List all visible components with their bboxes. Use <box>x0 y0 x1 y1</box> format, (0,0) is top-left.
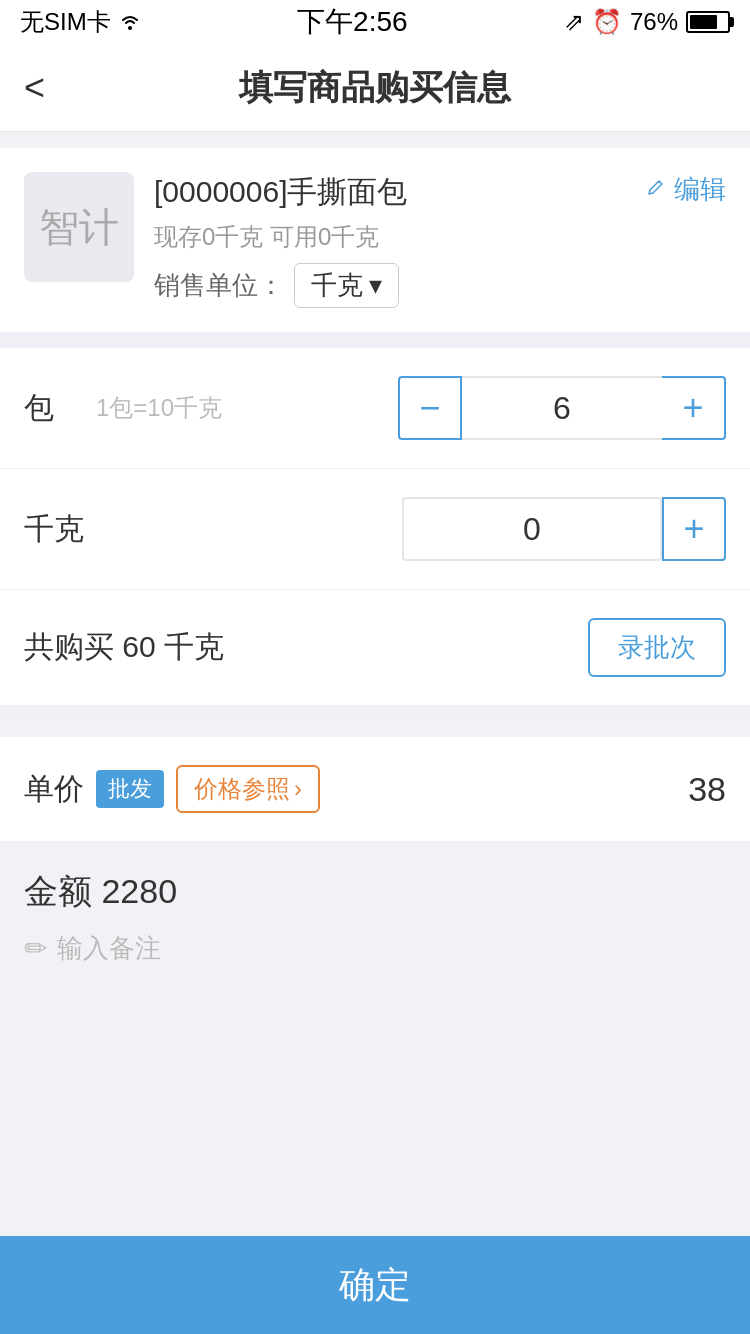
location-icon: ⇗ <box>564 8 584 36</box>
quantity-row-kg: 千克 + <box>0 469 750 590</box>
back-button[interactable]: < <box>24 67 45 109</box>
product-info: [0000006]手撕面包 编辑 现存0千克 可用0千克 销售单位： 千克 ▾ <box>154 172 726 308</box>
qty-minus-bao[interactable]: − <box>398 376 462 440</box>
qty-label-kg: 千克 <box>24 509 84 550</box>
confirm-button[interactable]: 确定 <box>0 1236 750 1334</box>
qty-input-bao[interactable] <box>462 376 662 440</box>
nav-bar: < 填写商品购买信息 <box>0 44 750 132</box>
page-title: 填写商品购买信息 <box>239 65 511 111</box>
divider-2 <box>0 705 750 721</box>
status-bar: 无SIM卡 下午2:56 ⇗ ⏰ 76% <box>0 0 750 44</box>
status-right: ⇗ ⏰ 76% <box>564 8 730 36</box>
qty-label-bao: 包 <box>24 388 84 429</box>
carrier-text: 无SIM卡 <box>20 6 111 38</box>
amount-label: 金额 <box>24 872 92 910</box>
price-tag: 批发 <box>96 770 164 808</box>
amount-section: 金额 2280 ✏ 输入备注 <box>0 841 750 986</box>
product-logo: 智计 <box>39 200 119 255</box>
price-ref-arrow: › <box>294 775 302 803</box>
qty-plus-bao[interactable]: + <box>662 376 726 440</box>
product-image: 智计 <box>24 172 134 282</box>
qty-plus-kg[interactable]: + <box>662 497 726 561</box>
note-row[interactable]: ✏ 输入备注 <box>24 931 726 966</box>
price-left: 单价 批发 价格参照 › <box>24 765 320 813</box>
edit-button[interactable]: 编辑 <box>646 172 726 207</box>
price-value: 38 <box>688 770 726 809</box>
pencil-icon: ✏ <box>24 932 47 965</box>
wifi-icon <box>119 8 141 36</box>
unit-label: 销售单位： <box>154 268 284 303</box>
product-stock: 现存0千克 可用0千克 <box>154 221 726 253</box>
quantity-row-bao: 包 1包=10千克 − + <box>0 348 750 469</box>
amount-value: 2280 <box>101 872 177 910</box>
note-placeholder: 输入备注 <box>57 931 161 966</box>
unit-select[interactable]: 千克 ▾ <box>294 263 399 308</box>
edit-label: 编辑 <box>674 172 726 207</box>
divider-1 <box>0 332 750 348</box>
time-display: 下午2:56 <box>297 3 408 41</box>
qty-controls-kg: + <box>402 497 726 561</box>
status-left: 无SIM卡 <box>20 6 141 38</box>
price-ref-button[interactable]: 价格参照 › <box>176 765 320 813</box>
svg-point-0 <box>128 26 132 30</box>
qty-controls-bao: − + <box>398 376 726 440</box>
price-section: 单价 批发 价格参照 › 38 <box>0 737 750 841</box>
dropdown-icon: ▾ <box>369 270 382 301</box>
battery-text: 76% <box>630 8 678 36</box>
quantity-section: 包 1包=10千克 − + 千克 + <box>0 348 750 590</box>
qty-input-kg[interactable] <box>402 497 662 561</box>
record-batch-button[interactable]: 录批次 <box>588 618 726 677</box>
price-label: 单价 <box>24 769 84 810</box>
total-row: 共购买 60 千克 录批次 <box>0 590 750 705</box>
unit-value: 千克 <box>311 268 363 303</box>
product-name: [0000006]手撕面包 <box>154 172 407 213</box>
total-text: 共购买 60 千克 <box>24 627 224 668</box>
qty-hint-bao: 1包=10千克 <box>96 392 398 424</box>
battery-icon <box>686 11 730 33</box>
alarm-icon: ⏰ <box>592 8 622 36</box>
product-unit-row: 销售单位： 千克 ▾ <box>154 263 726 308</box>
amount-row: 金额 2280 <box>24 869 726 915</box>
price-ref-label: 价格参照 <box>194 773 290 805</box>
product-card: 智计 [0000006]手撕面包 编辑 现存0千克 可用0千克 销售单位： 千克… <box>0 148 750 332</box>
